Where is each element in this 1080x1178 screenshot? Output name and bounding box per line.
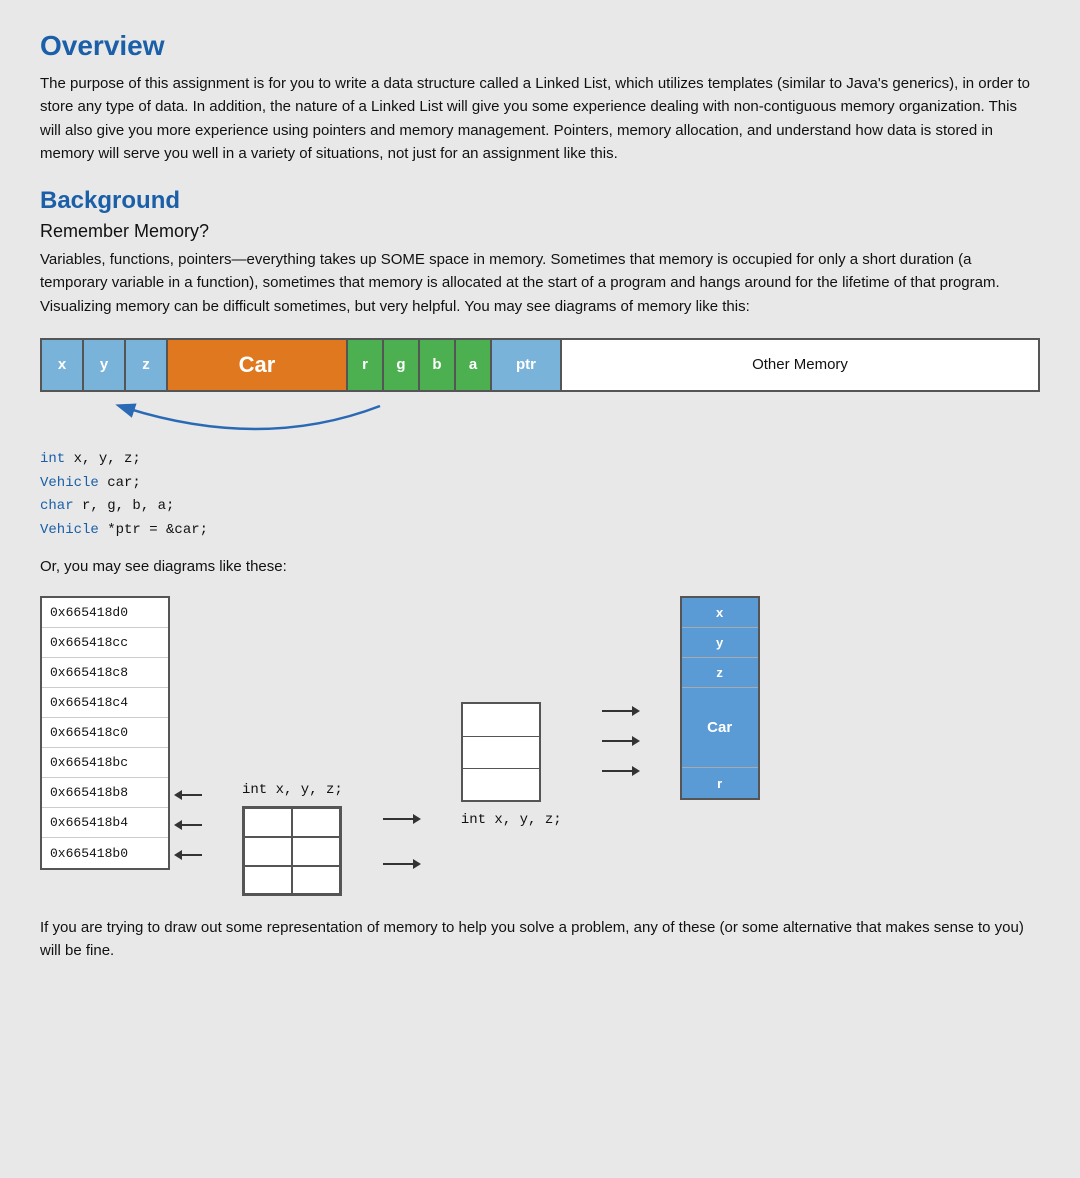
- tall-cell-x: x: [682, 598, 758, 628]
- tall-box-area: x y z Car r: [680, 596, 760, 800]
- cell-car: Car: [168, 340, 348, 390]
- code-line-2: Vehicle car;: [40, 472, 1040, 496]
- int-cell-4: [292, 837, 340, 866]
- addr-row-0: 0x665418d0: [42, 598, 168, 628]
- inner-cell-3: [463, 769, 539, 800]
- left-arrow-3: [174, 840, 202, 870]
- arrow-right-1: [383, 796, 421, 841]
- cell-x: x: [42, 340, 84, 390]
- int-label-right: int x, y, z;: [461, 812, 562, 828]
- cell-b: b: [420, 340, 456, 390]
- cell-r: r: [348, 340, 384, 390]
- or-text: Or, you may see diagrams like these:: [40, 555, 1040, 578]
- cell-ptr: ptr: [492, 340, 562, 390]
- addr-row-2: 0x665418c8: [42, 658, 168, 688]
- remember-paragraph: Variables, functions, pointers—everythin…: [40, 248, 1040, 318]
- int-box-left: [242, 806, 342, 896]
- int-cell-3: [244, 837, 292, 866]
- left-arrow-1: [174, 780, 202, 810]
- address-table: 0x665418d0 0x665418cc 0x665418c8 0x66541…: [40, 596, 170, 870]
- cell-g: g: [384, 340, 420, 390]
- addr-row-1: 0x665418cc: [42, 628, 168, 658]
- inner-cell-2: [463, 737, 539, 769]
- code-line-1: int x, y, z;: [40, 448, 1040, 472]
- right-arrows: [602, 696, 640, 786]
- addr-row-5: 0x665418bc: [42, 748, 168, 778]
- addr-row-3: 0x665418c4: [42, 688, 168, 718]
- overview-paragraph: The purpose of this assignment is for yo…: [40, 72, 1040, 165]
- memory-row: x y z Car r g b a ptr Other Memory: [40, 338, 1040, 392]
- arrow-right-2: [383, 841, 421, 886]
- diagrams-area: 0x665418d0 0x665418cc 0x665418c8 0x66541…: [40, 596, 1040, 896]
- int-cell-2: [292, 808, 340, 837]
- inner-cell-1: [463, 704, 539, 736]
- tall-cell-car: Car: [682, 688, 758, 768]
- tall-cell-y: y: [682, 628, 758, 658]
- addr-row-8: 0x665418b0: [42, 838, 168, 868]
- int-label-left: int x, y, z;: [242, 782, 343, 798]
- overview-heading: Overview: [40, 30, 1040, 62]
- middle-arrows: [383, 596, 421, 886]
- arrow-tall-2: [602, 726, 640, 756]
- code-line-4: Vehicle *ptr = &car;: [40, 519, 1040, 543]
- tall-cell-z: z: [682, 658, 758, 688]
- right-diagram: int x, y, z;: [461, 596, 562, 830]
- cell-other: Other Memory: [562, 340, 1038, 390]
- curved-arrow-area: [40, 402, 1040, 438]
- cell-a: a: [456, 340, 492, 390]
- addr-row-4: 0x665418c0: [42, 718, 168, 748]
- int-cell-5: [244, 866, 292, 895]
- cell-y: y: [84, 340, 126, 390]
- code-line-3: char r, g, b, a;: [40, 495, 1040, 519]
- int-cell-1: [244, 808, 292, 837]
- int-cell-6: [292, 866, 340, 895]
- addr-row-6: 0x665418b8: [42, 778, 168, 808]
- bottom-paragraph: If you are trying to draw out some repre…: [40, 916, 1040, 963]
- tall-box: x y z Car r: [680, 596, 760, 800]
- address-section: 0x665418d0 0x665418cc 0x665418c8 0x66541…: [40, 596, 202, 870]
- background-heading: Background: [40, 187, 1040, 215]
- arrow-tall-3: [602, 756, 640, 786]
- addr-row-7: 0x665418b4: [42, 808, 168, 838]
- remember-heading: Remember Memory?: [40, 221, 1040, 242]
- left-arrow-2: [174, 810, 202, 840]
- inner-box: [461, 702, 541, 802]
- code-block: int x, y, z; Vehicle car; char r, g, b, …: [40, 448, 1040, 543]
- curved-arrow-svg: [40, 402, 440, 442]
- middle-diagram: int x, y, z;: [242, 596, 343, 896]
- addr-arrows: [174, 690, 202, 870]
- arrow-tall-1: [602, 696, 640, 726]
- memory-diagram: x y z Car r g b a ptr Other Memory: [40, 338, 1040, 438]
- cell-z: z: [126, 340, 168, 390]
- tall-cell-r: r: [682, 768, 758, 798]
